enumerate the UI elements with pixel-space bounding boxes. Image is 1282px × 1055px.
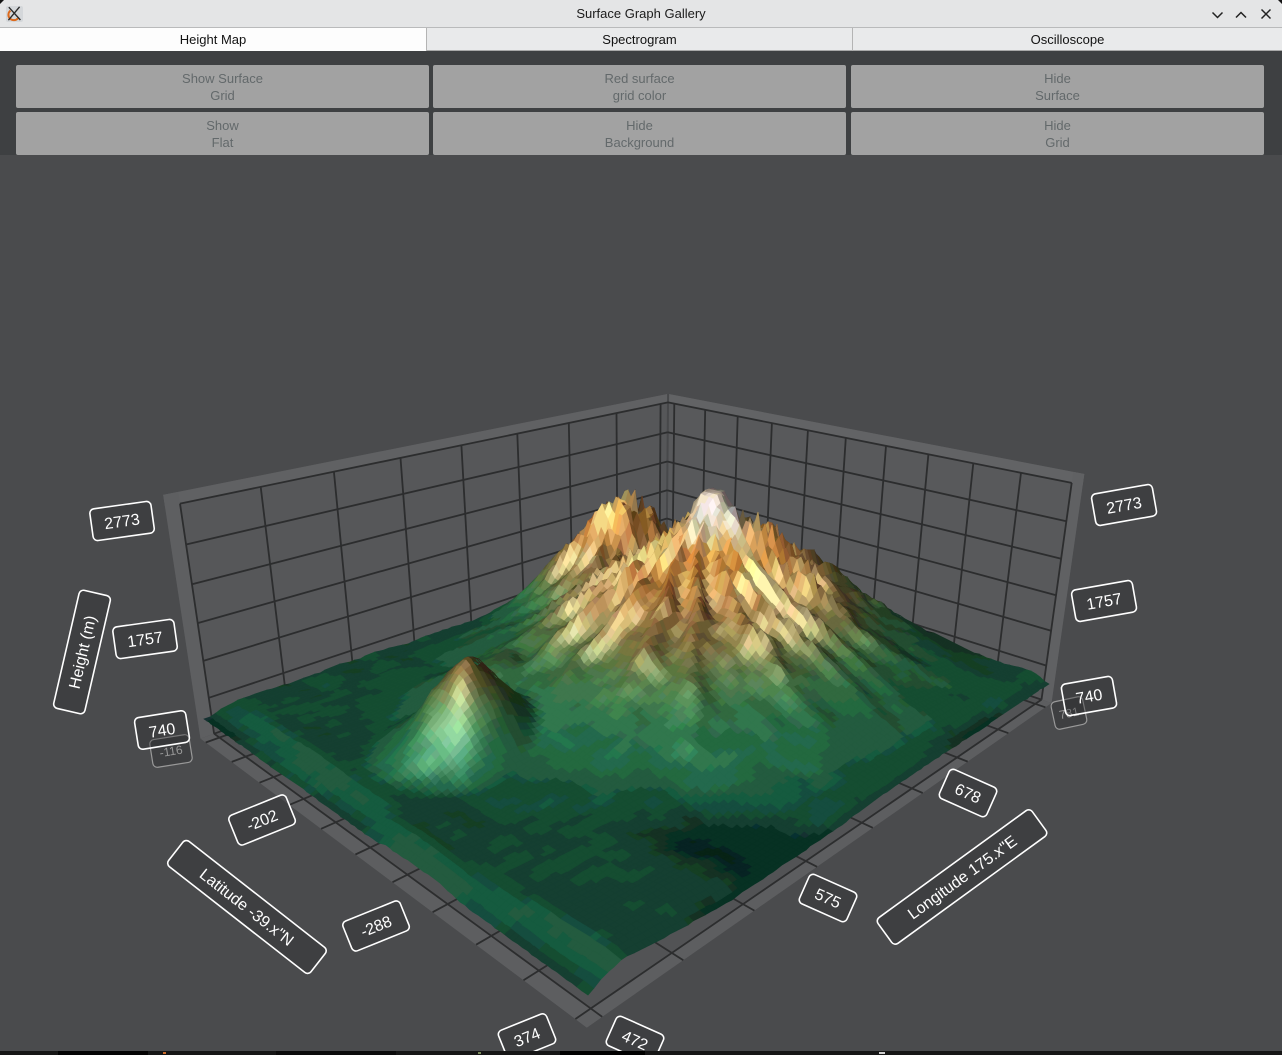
svg-text:Latitude -39.x"N: Latitude -39.x"N (196, 866, 296, 950)
svg-text:Longitude 175.x"E: Longitude 175.x"E (905, 833, 1020, 923)
